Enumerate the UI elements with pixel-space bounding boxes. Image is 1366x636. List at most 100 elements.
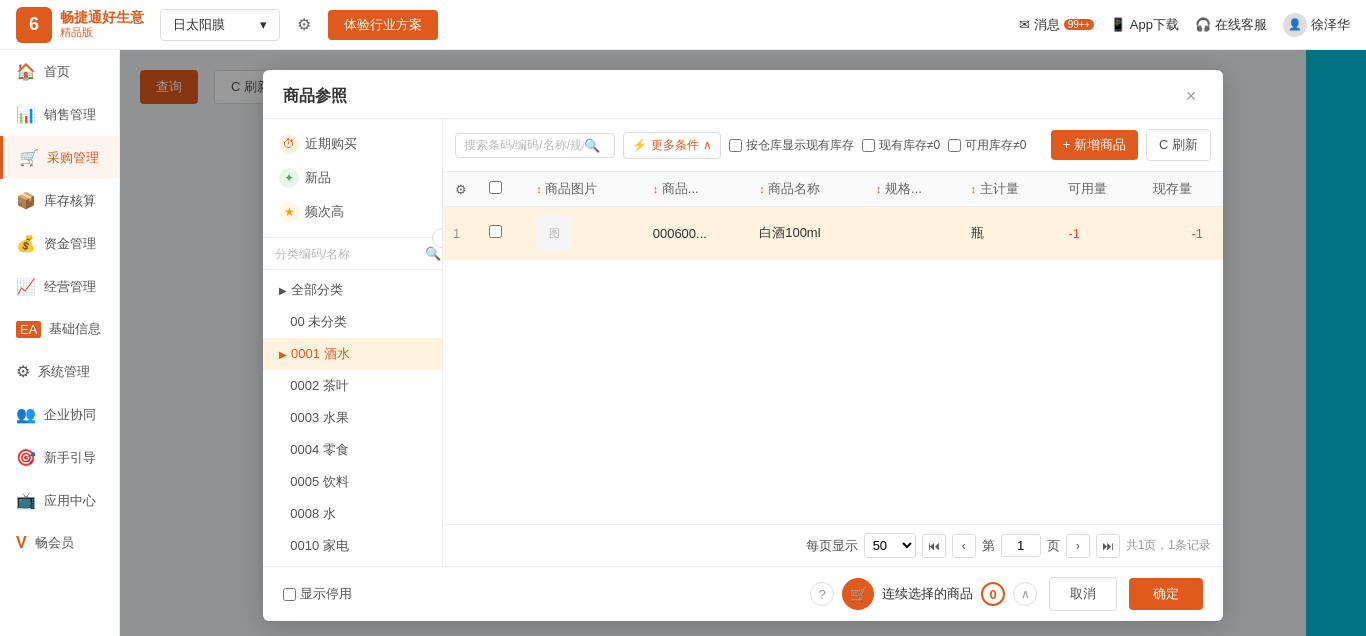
category-0008[interactable]: 0008 水 xyxy=(263,498,442,530)
disabled-checkbox[interactable] xyxy=(283,588,296,601)
th-unit[interactable]: ↕ 主计量 xyxy=(961,172,1059,207)
has-stock-checkbox[interactable] xyxy=(862,139,875,152)
trial-button[interactable]: 体验行业方案 xyxy=(328,10,438,40)
sidebar-item-inventory[interactable]: 📦 库存核算 xyxy=(0,179,119,222)
category-0004[interactable]: 0004 零食 xyxy=(263,434,442,466)
checkbox-by-warehouse[interactable]: 按仓库显示现有库存 xyxy=(729,137,854,154)
product-search-wrapper: 🔍 xyxy=(455,133,615,158)
td-available: -1 xyxy=(1058,207,1143,260)
row-checkbox[interactable] xyxy=(489,225,502,238)
by-warehouse-checkbox[interactable] xyxy=(729,139,742,152)
sidebar-item-basics[interactable]: EA 基础信息 xyxy=(0,308,119,350)
category-search-input[interactable] xyxy=(275,247,425,261)
app-download-button[interactable]: 📱 App下载 xyxy=(1110,16,1179,34)
category-0003[interactable]: 0003 水果 xyxy=(263,402,442,434)
page-number-input[interactable] xyxy=(1001,534,1041,557)
new-product-button[interactable]: + 新增商品 xyxy=(1051,130,1138,160)
td-spec xyxy=(866,207,961,260)
confirm-button[interactable]: 确定 xyxy=(1129,578,1203,610)
home-icon: 🏠 xyxy=(16,62,36,81)
help-button[interactable]: ? xyxy=(810,582,834,606)
headset-icon: 🎧 xyxy=(1195,17,1211,32)
cart-icon-button[interactable]: 🛒 xyxy=(842,578,874,610)
category-0005[interactable]: 0005 饮料 xyxy=(263,466,442,498)
chevron-down-icon: ▾ xyxy=(260,17,267,32)
user-avatar[interactable]: 👤 徐泽华 xyxy=(1283,13,1350,37)
th-code[interactable]: ↕ 商品... xyxy=(643,172,749,207)
th-spec[interactable]: ↕ 规格... xyxy=(866,172,961,207)
usable-stock-checkbox[interactable] xyxy=(948,139,961,152)
arrow-icon: ▶ xyxy=(279,285,287,296)
last-page-button[interactable]: ⏭ xyxy=(1096,534,1120,558)
product-table-container: ⚙ ↕ 商品图片 xyxy=(443,172,1223,524)
online-service-button[interactable]: 🎧 在线客服 xyxy=(1195,16,1267,34)
first-page-button[interactable]: ⏮ xyxy=(922,534,946,558)
mobile-icon: 📱 xyxy=(1110,17,1126,32)
shortcut-new[interactable]: ✦ 新品 xyxy=(263,161,442,195)
sidebar-item-member[interactable]: V 畅会员 xyxy=(0,522,119,564)
shortcut-recent[interactable]: ⏱ 近期购买 xyxy=(263,127,442,161)
cart-count: 0 xyxy=(981,582,1005,606)
gear-button[interactable]: ⚙ xyxy=(288,9,320,41)
cancel-button[interactable]: 取消 xyxy=(1049,577,1117,611)
category-0001[interactable]: ▶ 0001 酒水 xyxy=(263,338,442,370)
category-search-icon[interactable]: 🔍 xyxy=(425,246,441,261)
category-0010[interactable]: 0010 家电 xyxy=(263,530,442,562)
category-0002[interactable]: 0002 茶叶 xyxy=(263,370,442,402)
sidebar-label: 资金管理 xyxy=(44,235,96,253)
td-name: 白酒100ml xyxy=(749,207,866,260)
sidebar-item-collab[interactable]: 👥 企业协同 xyxy=(0,393,119,436)
sidebar-item-purchase[interactable]: 🛒 采购管理 xyxy=(0,136,119,179)
spacer xyxy=(279,475,286,490)
shortcut-frequent[interactable]: ★ 频次高 xyxy=(263,195,442,229)
product-thumbnail: 图 xyxy=(536,215,572,251)
filter-button[interactable]: ⚡ 更多条件 ∧ xyxy=(623,132,721,159)
prev-page-button[interactable]: ‹ xyxy=(952,534,976,558)
product-toolbar: 🔍 ⚡ 更多条件 ∧ 按仓库显示现有库存 xyxy=(443,119,1223,172)
sort-icon: ↕ xyxy=(759,183,765,195)
th-name[interactable]: ↕ 商品名称 xyxy=(749,172,866,207)
collapse-cart-button[interactable]: ∧ xyxy=(1013,582,1037,606)
modal-close-button[interactable]: × xyxy=(1179,84,1203,108)
product-panel: 🔍 ⚡ 更多条件 ∧ 按仓库显示现有库存 xyxy=(443,119,1223,566)
category-shortcuts: ⏱ 近期购买 ✦ 新品 ★ 频次高 xyxy=(263,119,442,238)
checkbox-usable-stock[interactable]: 可用库存≠0 xyxy=(948,137,1026,154)
product-search-input[interactable] xyxy=(464,138,584,152)
messages-button[interactable]: ✉ 消息 99++ xyxy=(1019,16,1094,34)
sidebar-item-finance[interactable]: 💰 资金管理 xyxy=(0,222,119,265)
sidebar-item-operations[interactable]: 📈 经营管理 xyxy=(0,265,119,308)
apps-icon: 📺 xyxy=(16,491,36,510)
modal-header: 商品参照 × xyxy=(263,70,1223,119)
td-code: 000600... xyxy=(643,207,749,260)
store-selector[interactable]: 日太阳膜 ▾ xyxy=(160,9,280,41)
refresh-button[interactable]: C 刷新 xyxy=(1146,129,1211,161)
logo-text: 畅捷通好生意 精品版 xyxy=(60,9,144,41)
th-available[interactable]: 可用量 xyxy=(1058,172,1143,207)
filter-icon: ⚡ xyxy=(632,138,647,152)
spacer xyxy=(279,379,286,394)
th-stock: 现存量 xyxy=(1143,172,1223,207)
select-all-checkbox[interactable] xyxy=(489,181,502,194)
show-disabled-checkbox[interactable]: 显示停用 xyxy=(283,585,352,603)
basics-icon: EA xyxy=(16,321,41,338)
table-row[interactable]: 1 图 000600... xyxy=(443,207,1223,260)
sidebar-label: 畅会员 xyxy=(35,534,74,552)
category-00[interactable]: 00 未分类 xyxy=(263,306,442,338)
freq-icon: ★ xyxy=(279,202,299,222)
collab-icon: 👥 xyxy=(16,405,36,424)
search-icon[interactable]: 🔍 xyxy=(584,138,600,153)
avatar-icon: 👤 xyxy=(1283,13,1307,37)
column-settings-icon[interactable]: ⚙ xyxy=(455,182,467,197)
next-page-button[interactable]: › xyxy=(1066,534,1090,558)
image-placeholder: 图 xyxy=(549,226,560,241)
sidebar-item-sales[interactable]: 📊 销售管理 xyxy=(0,93,119,136)
sidebar-item-system[interactable]: ⚙ 系统管理 xyxy=(0,350,119,393)
sidebar-item-apps[interactable]: 📺 应用中心 xyxy=(0,479,119,522)
category-all[interactable]: ▶ 全部分类 xyxy=(263,274,442,306)
per-page-select[interactable]: 50 100 200 xyxy=(864,533,916,558)
checkbox-has-stock[interactable]: 现有库存≠0 xyxy=(862,137,940,154)
sidebar-item-home[interactable]: 🏠 首页 xyxy=(0,50,119,93)
sort-icon: ↕ xyxy=(876,183,882,195)
spacer xyxy=(279,411,286,426)
sidebar-item-guide[interactable]: 🎯 新手引导 xyxy=(0,436,119,479)
